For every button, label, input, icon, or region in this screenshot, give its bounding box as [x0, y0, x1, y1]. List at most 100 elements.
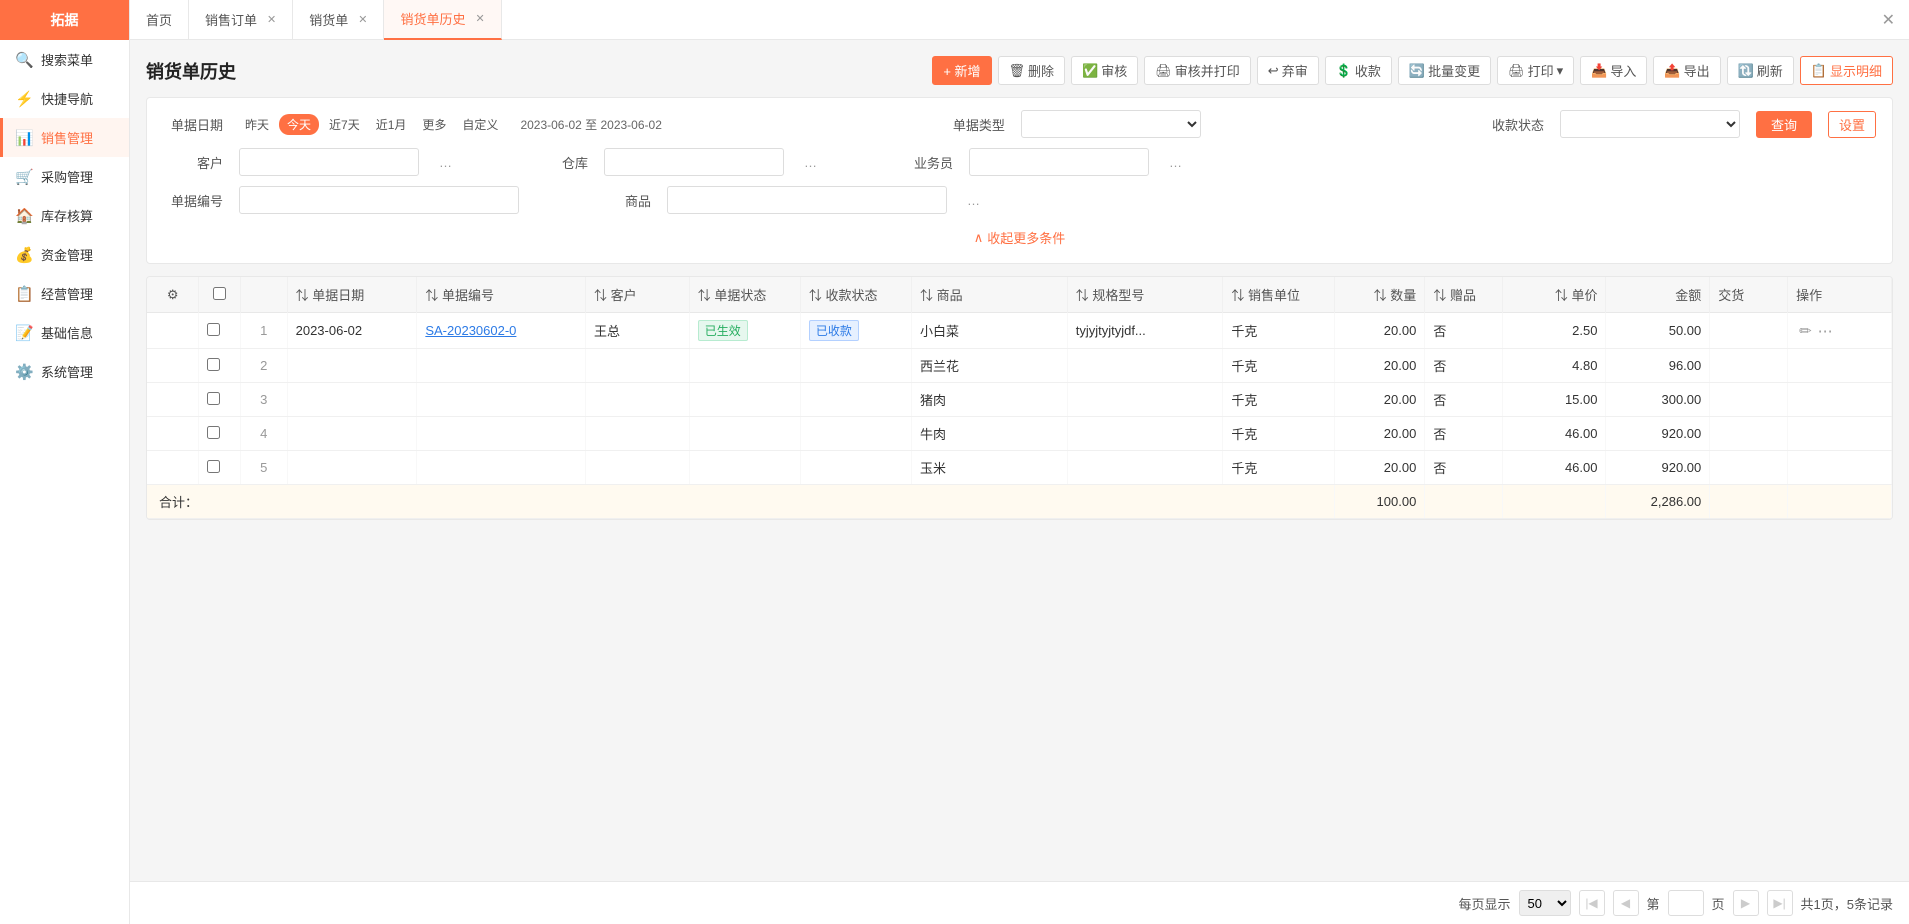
export-button[interactable]: 📤 导出	[1653, 56, 1720, 85]
cell-action[interactable]	[1788, 451, 1892, 485]
staff-dots[interactable]: …	[1165, 155, 1186, 170]
page-size-label: 每页显示	[1458, 894, 1510, 913]
th-price[interactable]: ⇅ 单价	[1502, 277, 1606, 313]
th-date[interactable]: ⇅ 单据日期	[287, 277, 417, 313]
th-doc-status[interactable]: ⇅ 单据状态	[689, 277, 800, 313]
th-pay-status[interactable]: ⇅ 收款状态	[800, 277, 911, 313]
date-quick-custom[interactable]: 自定义	[456, 114, 504, 135]
th-unit[interactable]: ⇅ 销售单位	[1223, 277, 1334, 313]
order-link-0[interactable]: SA-20230602-0	[425, 323, 516, 338]
cell-order-no: SA-20230602-0	[417, 313, 586, 349]
th-customer[interactable]: ⇅ 客户	[586, 277, 690, 313]
sidebar-item-search-menu[interactable]: 🔍 搜索菜单	[0, 40, 129, 79]
page-size-select[interactable]: 50 20 100	[1519, 890, 1571, 916]
filter-section: 单据日期 昨天 今天 近7天 近1月 更多 自定义 2023-06-02 至 2…	[146, 97, 1893, 264]
date-quick-1month[interactable]: 近1月	[370, 114, 413, 135]
cell-num: 4	[240, 417, 287, 451]
page-next-button[interactable]: ▶	[1733, 890, 1759, 916]
sidebar-item-purchase-mgmt[interactable]: 🛒 采购管理	[0, 157, 129, 196]
row-checkbox-2[interactable]	[207, 392, 220, 405]
row-checkbox-4[interactable]	[207, 460, 220, 473]
th-amount[interactable]: 金额	[1606, 277, 1710, 313]
sidebar-item-sys-mgmt[interactable]: ⚙️ 系统管理	[0, 352, 129, 391]
cell-check[interactable]	[199, 451, 241, 485]
cell-action[interactable]	[1788, 383, 1892, 417]
settings-button[interactable]: 设置	[1828, 111, 1876, 138]
customer-dots[interactable]: …	[435, 155, 456, 170]
th-spec[interactable]: ⇅ 规格型号	[1067, 277, 1223, 313]
pay-status-select[interactable]	[1560, 110, 1740, 138]
abandon-button[interactable]: ↩ 弃审	[1257, 56, 1319, 85]
date-quick-7days[interactable]: 近7天	[323, 114, 366, 135]
refresh-button[interactable]: 🔃 刷新	[1727, 56, 1794, 85]
row-checkbox-3[interactable]	[207, 426, 220, 439]
sidebar-item-quick-nav[interactable]: ⚡ 快捷导航	[0, 79, 129, 118]
staff-input[interactable]	[969, 148, 1149, 176]
th-checkbox[interactable]	[199, 277, 241, 313]
tab-sales-order[interactable]: 销售订单 ✕	[189, 0, 293, 40]
delete-button[interactable]: 🗑 删除	[998, 56, 1066, 85]
page-last-button[interactable]: ▶|	[1767, 890, 1793, 916]
date-quick-today[interactable]: 今天	[279, 114, 319, 135]
batch-change-button[interactable]: 🔄 批量变更	[1398, 56, 1491, 85]
th-qty[interactable]: ⇅ 数量	[1334, 277, 1425, 313]
th-settings[interactable]: ⚙	[147, 277, 199, 313]
customer-input[interactable]	[239, 148, 419, 176]
sidebar-item-basic-info[interactable]: 📝 基础信息	[0, 313, 129, 352]
cell-check[interactable]	[199, 417, 241, 451]
cell-check[interactable]	[199, 313, 241, 349]
tab-sales-goods[interactable]: 销货单 ✕	[293, 0, 384, 40]
date-quick-more[interactable]: 更多	[416, 114, 452, 135]
select-all-checkbox[interactable]	[213, 287, 226, 300]
table-row: 5玉米千克20.00否46.00920.00	[147, 451, 1892, 485]
warehouse-dots[interactable]: …	[800, 155, 821, 170]
review-print-button[interactable]: 🖨 审核并打印	[1144, 56, 1251, 85]
sidebar-item-sales-mgmt[interactable]: 📊 销售管理	[0, 118, 129, 157]
show-detail-button[interactable]: 📋 显示明细	[1800, 56, 1893, 85]
tab-sales-order-close[interactable]: ✕	[267, 13, 276, 26]
new-button[interactable]: + 新增	[932, 56, 991, 85]
row-checkbox-0[interactable]	[207, 323, 220, 336]
goods-dots[interactable]: …	[963, 193, 984, 208]
tab-sales-order-label: 销售订单	[205, 10, 257, 29]
import-button[interactable]: 📥 导入	[1580, 56, 1647, 85]
cell-customer	[586, 417, 690, 451]
cell-action[interactable]: ✏⋯	[1788, 313, 1892, 349]
th-trade[interactable]: 交货	[1710, 277, 1788, 313]
cell-price: 2.50	[1502, 313, 1606, 349]
review-button[interactable]: ✅ 审核	[1071, 56, 1138, 85]
doc-type-select[interactable]	[1021, 110, 1201, 138]
collapse-button[interactable]: ∧ 收起更多条件	[163, 224, 1876, 251]
sidebar-item-inventory[interactable]: 🏠 库存核算	[0, 196, 129, 235]
doc-num-input[interactable]	[239, 186, 519, 214]
cell-action[interactable]	[1788, 349, 1892, 383]
collect-button[interactable]: 💲 收款	[1325, 56, 1392, 85]
cell-check[interactable]	[199, 383, 241, 417]
sidebar-item-finance[interactable]: 💰 资金管理	[0, 235, 129, 274]
edit-icon-0[interactable]: ✏	[1796, 323, 1815, 340]
warehouse-input[interactable]	[604, 148, 784, 176]
goods-input[interactable]	[667, 186, 947, 214]
query-button[interactable]: 查询	[1756, 111, 1812, 138]
th-goods[interactable]: ⇅ 商品	[912, 277, 1068, 313]
row-checkbox-1[interactable]	[207, 358, 220, 371]
tab-sales-history-close[interactable]: ✕	[476, 12, 485, 25]
batch-change-icon: 🔄	[1409, 63, 1425, 79]
page-first-button[interactable]: |◀	[1579, 890, 1605, 916]
date-quick-yesterday[interactable]: 昨天	[239, 114, 275, 135]
cell-check[interactable]	[199, 349, 241, 383]
cell-gift: 否	[1425, 383, 1502, 417]
th-order-no[interactable]: ⇅ 单据编号	[417, 277, 586, 313]
print-button[interactable]: 🖨 打印 ▾	[1497, 56, 1574, 85]
cell-amount: 920.00	[1606, 451, 1710, 485]
more-icon-0[interactable]: ⋯	[1815, 323, 1836, 340]
th-gift[interactable]: ⇅ 赠品	[1425, 277, 1502, 313]
close-all-tabs[interactable]: ✕	[1868, 10, 1909, 30]
tab-sales-history[interactable]: 销货单历史 ✕	[384, 0, 501, 40]
cell-action[interactable]	[1788, 417, 1892, 451]
page-number-input[interactable]: 1	[1668, 890, 1704, 916]
tab-home[interactable]: 首页	[130, 0, 189, 40]
page-prev-button[interactable]: ◀	[1613, 890, 1639, 916]
sidebar-item-operations[interactable]: 📋 经营管理	[0, 274, 129, 313]
tab-sales-goods-close[interactable]: ✕	[358, 13, 367, 26]
